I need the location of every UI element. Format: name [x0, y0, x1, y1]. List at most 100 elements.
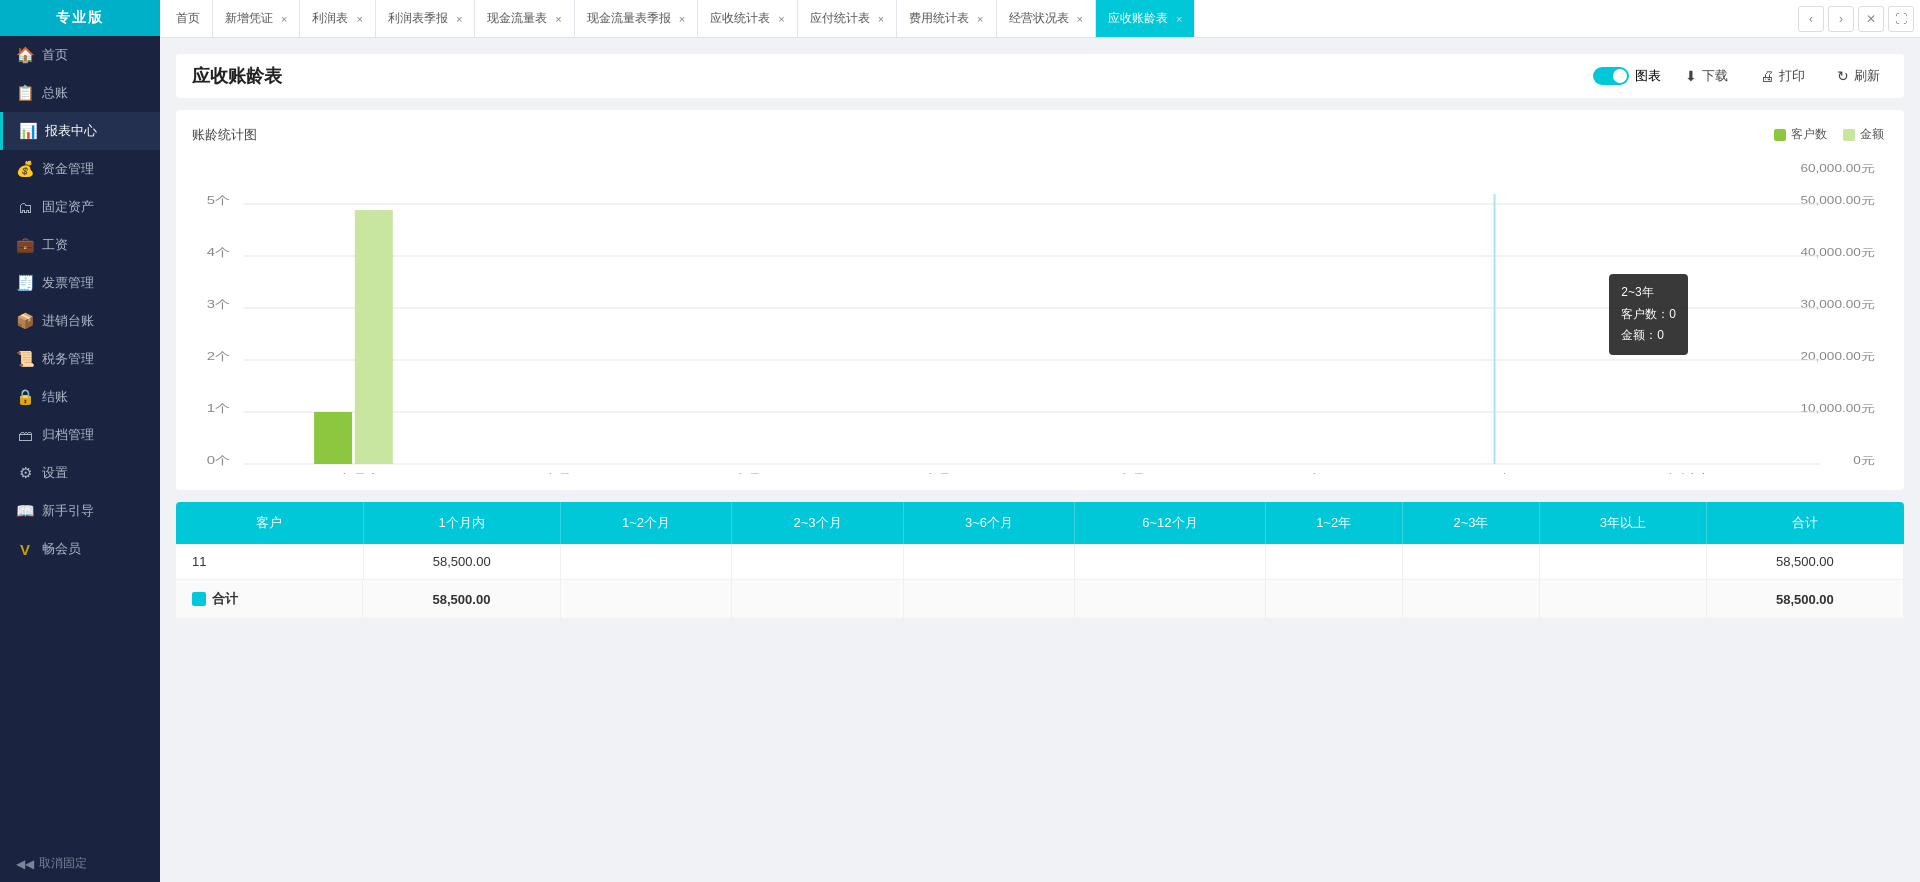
tab-close-all[interactable]: ✕ [1858, 6, 1884, 32]
tab-cashflow-q[interactable]: 现金流量表季报 × [575, 0, 698, 37]
tab-expense[interactable]: 费用统计表 × [897, 0, 996, 37]
total-3y [1402, 580, 1539, 619]
toggle-thumb [1613, 69, 1627, 83]
toggle-label: 图表 [1635, 67, 1661, 85]
tab-profit-q-close[interactable]: × [456, 13, 462, 25]
tab-operation[interactable]: 经营状况表 × [997, 0, 1096, 37]
tab-voucher[interactable]: 新增凭证 × [213, 0, 300, 37]
col-2y: 1~2年 [1265, 502, 1402, 544]
assets-icon: 🗂 [16, 199, 34, 216]
main-area: 首页 新增凭证 × 利润表 × 利润表季报 × 现金流量表 × 现金流量表季报 … [160, 0, 1920, 882]
sidebar-pin-toggle[interactable]: ◀◀ 取消固定 [0, 845, 160, 882]
tab-voucher-label: 新增凭证 [225, 10, 273, 27]
svg-text:1~2个月: 1~2个月 [517, 472, 572, 474]
cell-3yplus [1540, 544, 1707, 580]
ledger-icon: 📋 [16, 84, 34, 102]
tab-cashflow[interactable]: 现金流量表 × [475, 0, 574, 37]
sidebar-item-assets[interactable]: 🗂 固定资产 [0, 188, 160, 226]
tab-ap-stat-close[interactable]: × [878, 13, 884, 25]
tab-cashflow-close[interactable]: × [555, 13, 561, 25]
chart-title: 账龄统计图 [192, 126, 1888, 144]
download-button[interactable]: ⬇ 下载 [1677, 64, 1736, 88]
chart-legend: 客户数 金额 [1774, 126, 1884, 143]
total-12m [1075, 580, 1266, 619]
svg-text:60,000.00元: 60,000.00元 [1800, 163, 1874, 175]
tab-ar-aging-close[interactable]: × [1176, 13, 1182, 25]
tab-nav-prev[interactable]: ‹ [1798, 6, 1824, 32]
sidebar-item-tax[interactable]: 📜 税务管理 [0, 340, 160, 378]
guide-icon: 📖 [16, 502, 34, 520]
table-container: 客户 1个月内 1~2个月 2~3个月 3~6个月 6~12个月 1~2年 2~… [176, 502, 1904, 619]
cell-total: 58,500.00 [1706, 544, 1903, 580]
svg-text:2个: 2个 [207, 350, 230, 363]
tab-operation-close[interactable]: × [1077, 13, 1083, 25]
sidebar-item-salary[interactable]: 💼 工资 [0, 226, 160, 264]
tab-ar-stat-close[interactable]: × [778, 13, 784, 25]
tab-ar-aging-label: 应收账龄表 [1108, 10, 1168, 27]
sidebar-item-capital[interactable]: 💰 资金管理 [0, 150, 160, 188]
sidebar-item-report[interactable]: 📊 报表中心 [0, 112, 160, 150]
sidebar-item-close[interactable]: 🔒 结账 [0, 378, 160, 416]
tab-nav-next[interactable]: › [1828, 6, 1854, 32]
chart-container: 账龄统计图 客户数 金额 0个 1个 2个 3个 4个 [176, 110, 1904, 490]
tab-profit-q[interactable]: 利润表季报 × [376, 0, 475, 37]
sidebar-label-salary: 工资 [42, 236, 68, 254]
chart-area: 0个 1个 2个 3个 4个 5个 0元 10,000.00元 20,000.0… [192, 154, 1888, 474]
cell-12m [1075, 544, 1266, 580]
cell-2m [560, 544, 731, 580]
tab-ap-stat[interactable]: 应付统计表 × [798, 0, 897, 37]
refresh-icon: ↻ [1837, 68, 1849, 84]
tab-profit-close[interactable]: × [356, 13, 362, 25]
sidebar-item-home[interactable]: 🏠 首页 [0, 36, 160, 74]
refresh-button[interactable]: ↻ 刷新 [1829, 64, 1888, 88]
sidebar-label-inventory: 进销台账 [42, 312, 94, 330]
archive-icon: 🗃 [16, 427, 34, 444]
home-icon: 🏠 [16, 46, 34, 64]
tab-fullscreen[interactable]: ⛶ [1888, 6, 1914, 32]
tab-profit[interactable]: 利润表 × [300, 0, 375, 37]
col-1m: 1个月内 [363, 502, 560, 544]
svg-text:4个: 4个 [207, 246, 230, 259]
tab-cashflow-q-close[interactable]: × [679, 13, 685, 25]
sidebar-item-settings[interactable]: ⚙ 设置 [0, 454, 160, 492]
total-total: 58,500.00 [1706, 580, 1903, 619]
toggle-track[interactable] [1593, 67, 1629, 85]
cell-1m: 58,500.00 [363, 544, 560, 580]
content-area: 应收账龄表 图表 ⬇ 下载 🖨 打印 ↻ 刷新 [160, 38, 1920, 882]
invoice-icon: 🧾 [16, 274, 34, 292]
report-icon: 📊 [19, 122, 37, 140]
svg-text:6~12个月: 6~12个月 [1083, 472, 1146, 474]
tab-ar-stat[interactable]: 应收统计表 × [698, 0, 797, 37]
col-3y: 2~3年 [1402, 502, 1539, 544]
tab-home[interactable]: 首页 [164, 0, 213, 37]
tab-ap-stat-label: 应付统计表 [810, 10, 870, 27]
sidebar-item-archive[interactable]: 🗃 归档管理 [0, 416, 160, 454]
tab-cashflow-q-label: 现金流量表季报 [587, 10, 671, 27]
svg-text:0个: 0个 [207, 454, 230, 467]
col-total: 合计 [1706, 502, 1903, 544]
sidebar-label-vip: 畅会员 [42, 540, 81, 558]
col-3yplus: 3年以上 [1540, 502, 1707, 544]
sidebar-item-vip[interactable]: V 畅会员 [0, 530, 160, 568]
legend-customers-dot [1774, 129, 1786, 141]
cell-3m [732, 544, 903, 580]
tax-icon: 📜 [16, 350, 34, 368]
sidebar-item-inventory[interactable]: 📦 进销台账 [0, 302, 160, 340]
sidebar-logo: 专业版 [0, 0, 160, 36]
legend-customers: 客户数 [1774, 126, 1827, 143]
tab-expense-close[interactable]: × [977, 13, 983, 25]
gear-icon: ⚙ [16, 464, 34, 482]
table-row: 11 58,500.00 58,500.00 [176, 544, 1904, 580]
print-button[interactable]: 🖨 打印 [1752, 64, 1813, 88]
sidebar-item-ledger[interactable]: 📋 总账 [0, 74, 160, 112]
sidebar-item-invoice[interactable]: 🧾 发票管理 [0, 264, 160, 302]
bar-amount-1m [355, 210, 393, 464]
svg-text:3个: 3个 [207, 298, 230, 311]
tab-ar-aging[interactable]: 应收账龄表 × [1096, 0, 1195, 37]
sidebar-item-guide[interactable]: 📖 新手引导 [0, 492, 160, 530]
legend-customers-label: 客户数 [1791, 126, 1827, 143]
svg-text:5个: 5个 [207, 194, 230, 207]
tab-voucher-close[interactable]: × [281, 13, 287, 25]
chart-toggle[interactable]: 图表 [1593, 67, 1661, 85]
total-icon [192, 592, 206, 606]
